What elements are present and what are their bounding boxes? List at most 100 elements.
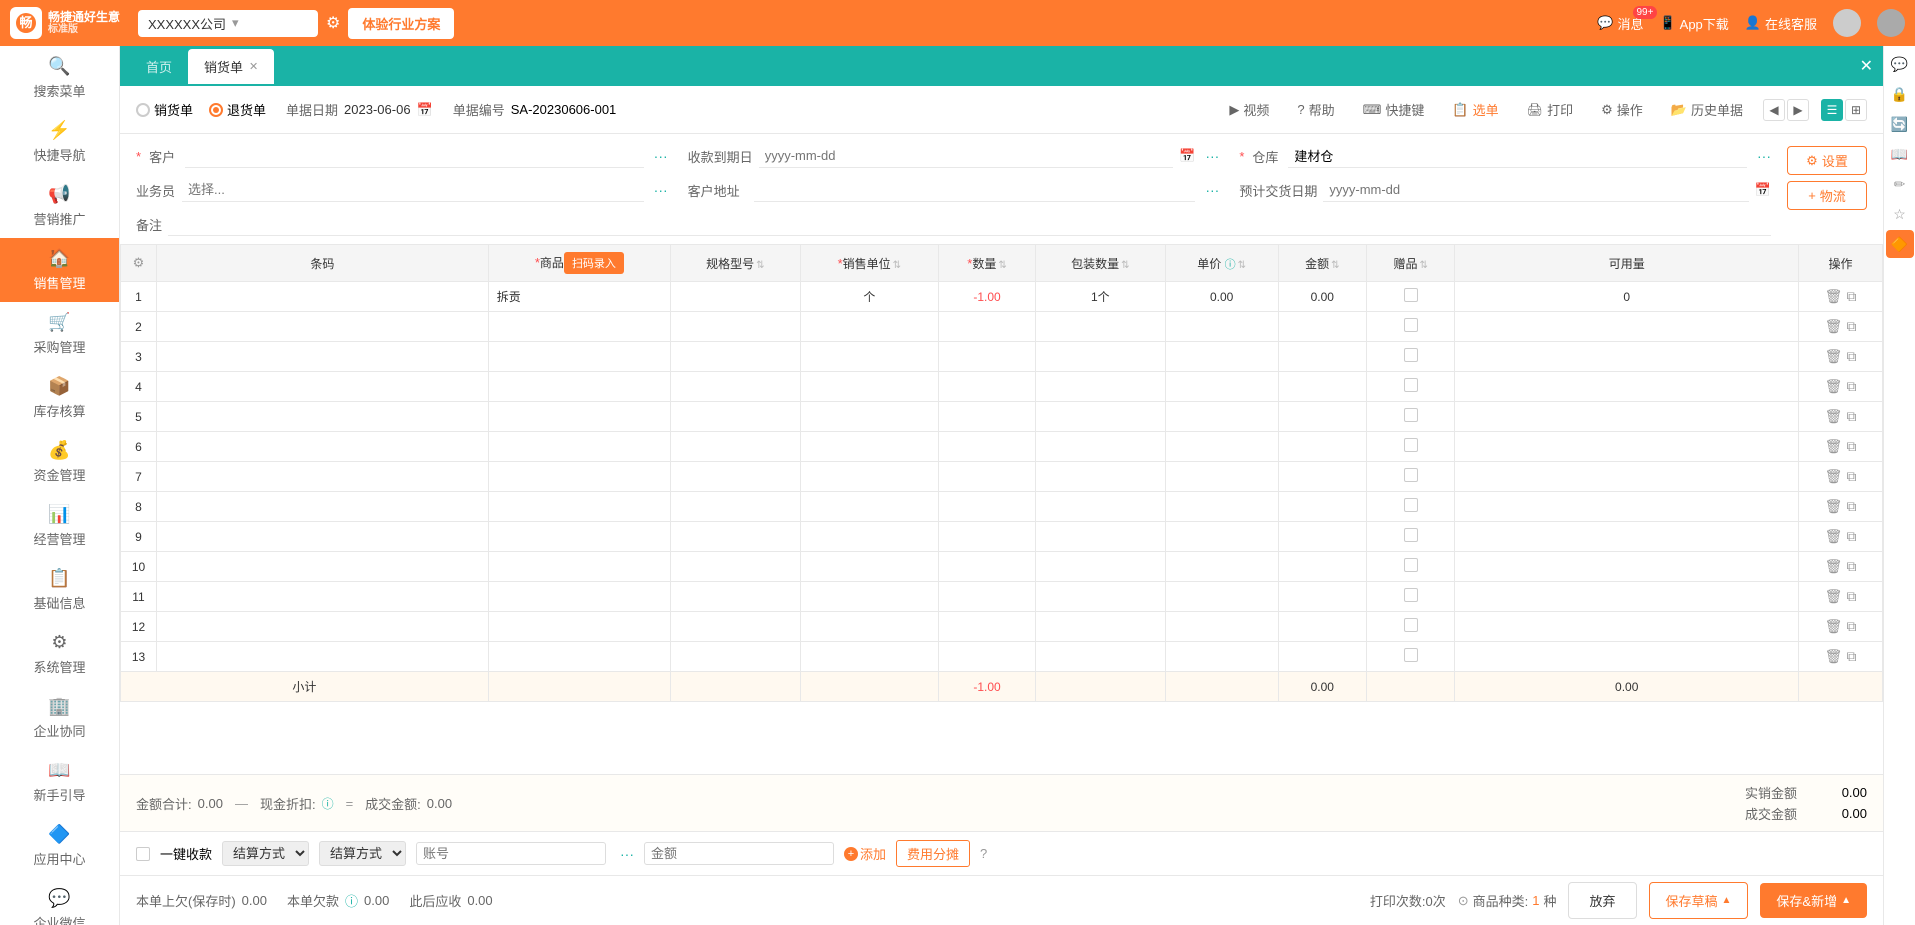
company-selector[interactable]: XXXXXX公司 ▾ <box>138 10 318 37</box>
cell-barcode[interactable] <box>157 522 489 552</box>
cell-price[interactable] <box>1165 402 1278 432</box>
header-ops-btn[interactable]: ⚙ 操作 <box>1593 96 1651 123</box>
cell-gift[interactable] <box>1366 642 1454 672</box>
sidebar-item-appstore[interactable]: 🔷 应用中心 <box>0 814 119 878</box>
cell-qty[interactable] <box>938 432 1035 462</box>
cell-amount[interactable] <box>1278 402 1366 432</box>
cell-amount[interactable] <box>1278 432 1366 462</box>
cell-qty[interactable] <box>938 612 1035 642</box>
cell-goods[interactable] <box>488 642 670 672</box>
payment-calc-select[interactable]: 结算方式 <box>319 841 406 866</box>
cell-spec[interactable] <box>671 522 801 552</box>
recv-date-input[interactable] <box>759 144 1173 168</box>
cell-barcode[interactable] <box>157 402 489 432</box>
delete-icon[interactable]: 🗑 <box>1825 528 1843 545</box>
delete-icon[interactable]: 🗑 <box>1825 648 1843 665</box>
cell-pkg-qty[interactable] <box>1036 462 1166 492</box>
cell-unit[interactable] <box>800 612 938 642</box>
cell-goods[interactable] <box>488 462 670 492</box>
avatar2[interactable] <box>1877 9 1905 37</box>
rt-star-btn[interactable]: ☆ <box>1886 200 1914 228</box>
cell-barcode[interactable] <box>157 432 489 462</box>
cell-price[interactable] <box>1165 552 1278 582</box>
cell-gift[interactable] <box>1366 432 1454 462</box>
amount-input[interactable] <box>644 842 834 865</box>
cell-goods[interactable] <box>488 492 670 522</box>
sidebar-item-guide[interactable]: 📖 新手引导 <box>0 750 119 814</box>
delete-icon[interactable]: 🗑 <box>1825 498 1843 515</box>
cell-spec[interactable] <box>671 372 801 402</box>
cell-pkg-qty[interactable] <box>1036 402 1166 432</box>
cell-gift[interactable] <box>1366 312 1454 342</box>
expected-date-cal-icon[interactable]: 📅 <box>1755 182 1771 198</box>
customer-dots-icon[interactable]: ··· <box>654 148 668 164</box>
cell-price[interactable] <box>1165 492 1278 522</box>
cell-gift[interactable] <box>1366 492 1454 522</box>
expected-date-input[interactable] <box>1323 178 1748 202</box>
cell-barcode[interactable] <box>157 552 489 582</box>
cell-barcode[interactable] <box>157 312 489 342</box>
cell-unit[interactable] <box>800 462 938 492</box>
cell-price[interactable] <box>1165 462 1278 492</box>
delete-icon[interactable]: 🗑 <box>1825 468 1843 485</box>
cell-unit[interactable] <box>800 522 938 552</box>
rt-comment-btn[interactable]: 💬 <box>1886 50 1914 78</box>
cell-amount[interactable] <box>1278 312 1366 342</box>
add-payment-btn[interactable]: + 添加 <box>844 844 886 863</box>
gift-sort-icon[interactable]: ⇅ <box>1419 260 1427 271</box>
cell-amount[interactable]: 0.00 <box>1278 282 1366 312</box>
tab-sales-order[interactable]: 销货单 ✕ <box>188 49 274 84</box>
delete-icon[interactable]: 🗑 <box>1825 588 1843 605</box>
cell-pkg-qty[interactable] <box>1036 372 1166 402</box>
cell-goods[interactable] <box>488 402 670 432</box>
cell-spec[interactable] <box>671 342 801 372</box>
cell-barcode[interactable] <box>157 582 489 612</box>
cell-pkg-qty[interactable] <box>1036 642 1166 672</box>
delete-icon[interactable]: 🗑 <box>1825 288 1843 305</box>
cell-qty[interactable] <box>938 312 1035 342</box>
copy-icon[interactable]: ⧉ <box>1846 468 1856 485</box>
cell-barcode[interactable] <box>157 342 489 372</box>
cell-goods[interactable] <box>488 612 670 642</box>
cell-spec[interactable] <box>671 552 801 582</box>
prev-arrow[interactable]: ◀ <box>1763 99 1785 121</box>
copy-icon[interactable]: ⧉ <box>1846 408 1856 425</box>
rt-lock-btn[interactable]: 🔒 <box>1886 80 1914 108</box>
sidebar-item-finance[interactable]: 💰 资金管理 <box>0 430 119 494</box>
one-click-checkbox[interactable] <box>136 847 150 861</box>
cell-gift[interactable] <box>1366 582 1454 612</box>
payment-method-select[interactable]: 结算方式 <box>222 841 309 866</box>
cell-gift[interactable] <box>1366 402 1454 432</box>
radio-sales[interactable]: 销货单 <box>136 100 193 119</box>
delete-icon[interactable]: 🗑 <box>1825 318 1843 335</box>
settings-icon[interactable]: ⚙ <box>326 13 340 33</box>
cell-qty[interactable] <box>938 402 1035 432</box>
tab-close-icon[interactable]: ✕ <box>249 60 258 73</box>
cell-price[interactable] <box>1165 342 1278 372</box>
cell-goods[interactable] <box>488 372 670 402</box>
cell-pkg-qty[interactable] <box>1036 612 1166 642</box>
cell-gift[interactable] <box>1366 552 1454 582</box>
cell-qty[interactable] <box>938 462 1035 492</box>
cell-barcode[interactable] <box>157 282 489 312</box>
fee-help-icon[interactable]: ? <box>980 846 987 861</box>
cell-price[interactable]: 0.00 <box>1165 282 1278 312</box>
cell-spec[interactable] <box>671 402 801 432</box>
gear-icon[interactable]: ⚙ <box>133 255 145 270</box>
remark-input[interactable] <box>168 212 1771 236</box>
cell-amount[interactable] <box>1278 612 1366 642</box>
delete-icon[interactable]: 🗑 <box>1825 618 1843 635</box>
cell-unit[interactable] <box>800 432 938 462</box>
cell-spec[interactable] <box>671 462 801 492</box>
sidebar-item-enterprise[interactable]: 🏢 企业协同 <box>0 686 119 750</box>
spec-sort-icon[interactable]: ⇅ <box>756 260 764 271</box>
cell-barcode[interactable] <box>157 462 489 492</box>
price-info-icon[interactable]: ⓘ <box>1225 259 1236 271</box>
cell-pkg-qty[interactable]: 1个 <box>1036 282 1166 312</box>
doc-date-calendar-icon[interactable]: 📅 <box>417 102 433 118</box>
copy-icon[interactable]: ⧉ <box>1846 498 1856 515</box>
cell-unit[interactable] <box>800 372 938 402</box>
cell-unit[interactable]: 个 <box>800 282 938 312</box>
cell-barcode[interactable] <box>157 492 489 522</box>
cell-pkg-qty[interactable] <box>1036 492 1166 522</box>
